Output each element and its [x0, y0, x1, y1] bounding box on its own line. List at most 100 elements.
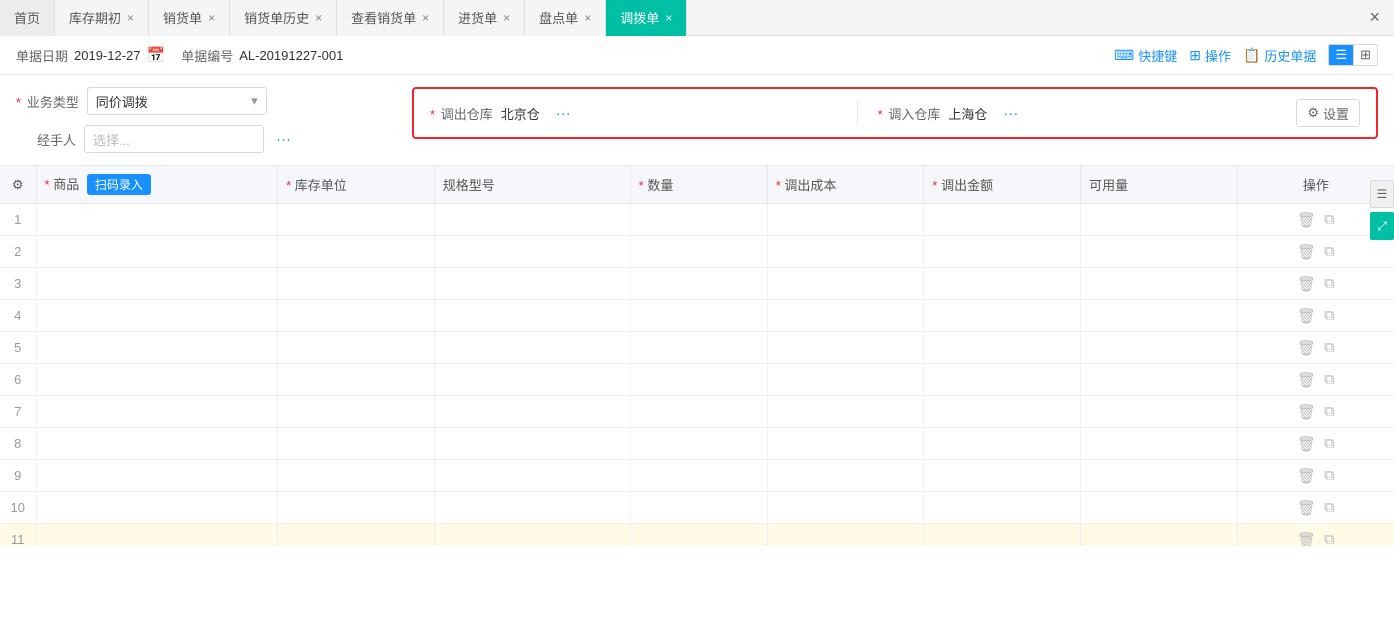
copy-icon[interactable]: ⧉: [1324, 467, 1335, 484]
cell-actions: 🗑⧉: [1237, 492, 1394, 524]
cell-product[interactable]: [36, 364, 278, 396]
cell-product[interactable]: [36, 428, 278, 460]
cell-qty: [630, 236, 767, 268]
tab-sales-order[interactable]: 销货单 ×: [149, 0, 230, 36]
close-icon[interactable]: ×: [127, 11, 134, 25]
delete-icon[interactable]: 🗑: [1297, 403, 1316, 421]
cell-product[interactable]: [36, 332, 278, 364]
table-row: 2🗑⧉: [0, 236, 1394, 268]
cell-product[interactable]: [36, 460, 278, 492]
cell-product[interactable]: [36, 524, 278, 547]
toolbar-right: ⌨ 快捷键 ⊞ 操作 📋 历史单据 ☰ ⊞: [1114, 44, 1378, 66]
business-type-dropdown[interactable]: 同价调拨 ▾: [87, 87, 267, 115]
copy-icon[interactable]: ⧉: [1324, 403, 1335, 420]
delete-icon[interactable]: 🗑: [1297, 307, 1316, 325]
cell-product[interactable]: [36, 492, 278, 524]
th-gear[interactable]: ⚙: [0, 166, 36, 204]
delete-icon[interactable]: 🗑: [1297, 211, 1316, 229]
out-warehouse-label: * 调出仓库: [430, 104, 493, 123]
close-icon[interactable]: ×: [208, 11, 215, 25]
cell-product[interactable]: [36, 236, 278, 268]
cell-product[interactable]: [36, 300, 278, 332]
copy-icon[interactable]: ⧉: [1324, 499, 1335, 516]
delete-icon[interactable]: 🗑: [1297, 467, 1316, 485]
right-panel-expand-button[interactable]: ⤢: [1370, 212, 1394, 240]
delete-icon[interactable]: 🗑: [1297, 243, 1316, 261]
warehouse-section: * 调出仓库 北京仓 ··· * 调入仓库 上海仓 ··· ⚙ 设置: [412, 87, 1378, 139]
cell-spec: [434, 396, 630, 428]
copy-icon[interactable]: ⧉: [1324, 435, 1335, 452]
scan-button[interactable]: 扫码录入: [87, 174, 151, 195]
copy-icon[interactable]: ⧉: [1324, 211, 1335, 228]
settings-button[interactable]: ⚙ 设置: [1296, 99, 1360, 127]
cell-product[interactable]: [36, 204, 278, 236]
copy-icon[interactable]: ⧉: [1324, 371, 1335, 388]
tab-inventory-check[interactable]: 盘点单 ×: [525, 0, 606, 36]
cell-cost: [767, 492, 924, 524]
table-header-row: ⚙ * 商品 扫码录入 * 库存单位 规格型号: [0, 166, 1394, 204]
tab-purchase-order[interactable]: 进货单 ×: [444, 0, 525, 36]
cell-available: [1081, 300, 1238, 332]
delete-icon[interactable]: 🗑: [1297, 371, 1316, 389]
delete-icon[interactable]: 🗑: [1297, 531, 1316, 547]
operations-button[interactable]: ⊞ 操作: [1189, 46, 1231, 65]
close-icon[interactable]: ×: [503, 11, 510, 25]
cell-qty: [630, 428, 767, 460]
cell-product[interactable]: [36, 268, 278, 300]
cell-amount: [924, 300, 1081, 332]
cell-available: [1081, 460, 1238, 492]
doc-num-label: 单据编号: [181, 46, 233, 65]
history-label: 历史单据: [1264, 46, 1316, 65]
table-scroll-container[interactable]: ⚙ * 商品 扫码录入 * 库存单位 规格型号: [0, 166, 1394, 546]
tab-view-sales[interactable]: 查看销货单 ×: [337, 0, 444, 36]
cell-available: [1081, 492, 1238, 524]
cell-actions: 🗑⧉: [1237, 524, 1394, 547]
close-icon[interactable]: ×: [584, 11, 591, 25]
delete-icon[interactable]: 🗑: [1297, 339, 1316, 357]
in-warehouse-more-button[interactable]: ···: [1003, 105, 1018, 122]
cell-qty: [630, 460, 767, 492]
th-available: 可用量: [1081, 166, 1238, 204]
cell-qty: [630, 524, 767, 547]
close-icon[interactable]: ×: [315, 11, 322, 25]
main-content: 单据日期 2019-12-27 📅 单据编号 AL-20191227-001 ⌨…: [0, 36, 1394, 634]
tab-label: 库存期初: [69, 8, 121, 27]
tab-inventory-init[interactable]: 库存期初 ×: [55, 0, 149, 36]
history-button[interactable]: 📋 历史单据: [1243, 46, 1316, 65]
tab-sales-history[interactable]: 销货单历史 ×: [230, 0, 337, 36]
right-panel: ☰ ⤢: [1370, 180, 1394, 240]
delete-icon[interactable]: 🗑: [1297, 499, 1316, 517]
window-close-button[interactable]: ×: [1355, 0, 1394, 36]
th-cost: * 调出成本: [767, 166, 924, 204]
copy-icon[interactable]: ⧉: [1324, 275, 1335, 292]
cell-actions: 🗑⧉: [1237, 236, 1394, 268]
table-wrapper: ⚙ * 商品 扫码录入 * 库存单位 规格型号: [0, 165, 1394, 634]
close-icon[interactable]: ×: [665, 11, 672, 25]
th-qty: * 数量: [630, 166, 767, 204]
handler-dropdown[interactable]: 选择...: [84, 125, 264, 153]
cell-unit: [278, 428, 435, 460]
handler-more-button[interactable]: ···: [276, 131, 291, 148]
cell-product[interactable]: [36, 396, 278, 428]
operations-label: 操作: [1205, 46, 1231, 65]
tab-transfer-order[interactable]: 调拨单 ×: [606, 0, 687, 36]
business-type-label: * 业务类型: [16, 92, 79, 111]
shortcuts-button[interactable]: ⌨ 快捷键: [1114, 46, 1177, 65]
cell-unit: [278, 524, 435, 547]
right-panel-list-button[interactable]: ☰: [1370, 180, 1394, 208]
cell-cost: [767, 236, 924, 268]
calendar-icon[interactable]: 📅: [147, 46, 166, 64]
tab-home[interactable]: 首页: [0, 0, 55, 36]
delete-icon[interactable]: 🗑: [1297, 435, 1316, 453]
cell-unit: [278, 332, 435, 364]
copy-icon[interactable]: ⧉: [1324, 339, 1335, 356]
grid-view-button[interactable]: ⊞: [1354, 45, 1377, 65]
delete-icon[interactable]: 🗑: [1297, 275, 1316, 293]
list-view-button[interactable]: ☰: [1329, 45, 1354, 65]
out-warehouse-more-button[interactable]: ···: [556, 105, 571, 122]
close-icon[interactable]: ×: [422, 11, 429, 25]
copy-icon[interactable]: ⧉: [1324, 243, 1335, 260]
copy-icon[interactable]: ⧉: [1324, 307, 1335, 324]
history-icon: 📋: [1243, 47, 1260, 64]
copy-icon[interactable]: ⧉: [1324, 531, 1335, 546]
